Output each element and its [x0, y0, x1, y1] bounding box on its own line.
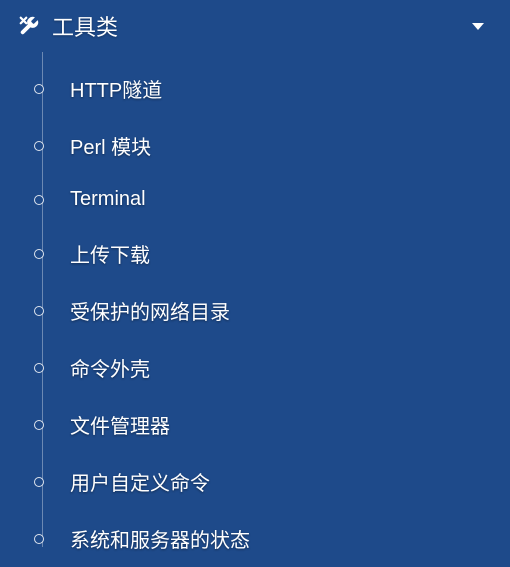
menu-item-label: Terminal — [70, 188, 146, 211]
bullet-icon — [34, 249, 44, 259]
bullet-icon — [34, 420, 44, 430]
bullet-icon — [34, 141, 44, 151]
menu-item-label: 文件管理器 — [70, 410, 170, 439]
menu-item-command-shell[interactable]: 命令外壳 — [0, 339, 510, 396]
menu-item-file-manager[interactable]: 文件管理器 — [0, 396, 510, 453]
bullet-icon — [34, 84, 44, 94]
menu-item-protected-web-dirs[interactable]: 受保护的网络目录 — [0, 282, 510, 339]
chevron-down-icon — [472, 23, 484, 30]
menu-item-label: 上传下载 — [70, 239, 150, 268]
menu-item-system-server-status[interactable]: 系统和服务器的状态 — [0, 510, 510, 567]
menu-item-custom-commands[interactable]: 用户自定义命令 — [0, 453, 510, 510]
wrench-screwdriver-icon — [18, 15, 40, 37]
menu-item-label: 命令外壳 — [70, 353, 150, 382]
bullet-icon — [34, 195, 44, 205]
menu-item-label: 系统和服务器的状态 — [70, 524, 250, 553]
bullet-icon — [34, 534, 44, 544]
menu-item-perl-modules[interactable]: Perl 模块 — [0, 117, 510, 174]
tools-menu-list: HTTP隧道 Perl 模块 Terminal 上传下载 受保护的网络目录 命令… — [0, 52, 510, 567]
bullet-icon — [34, 477, 44, 487]
menu-item-label: 受保护的网络目录 — [70, 296, 230, 325]
menu-item-http-tunnel[interactable]: HTTP隧道 — [0, 60, 510, 117]
menu-item-label: 用户自定义命令 — [70, 467, 210, 496]
tools-panel-header[interactable]: 工具类 — [0, 0, 510, 52]
menu-item-upload-download[interactable]: 上传下载 — [0, 225, 510, 282]
bullet-icon — [34, 363, 44, 373]
panel-title: 工具类 — [52, 10, 472, 42]
menu-item-terminal[interactable]: Terminal — [0, 174, 510, 225]
menu-item-label: HTTP隧道 — [70, 74, 162, 103]
menu-item-label: Perl 模块 — [70, 131, 151, 160]
bullet-icon — [34, 306, 44, 316]
